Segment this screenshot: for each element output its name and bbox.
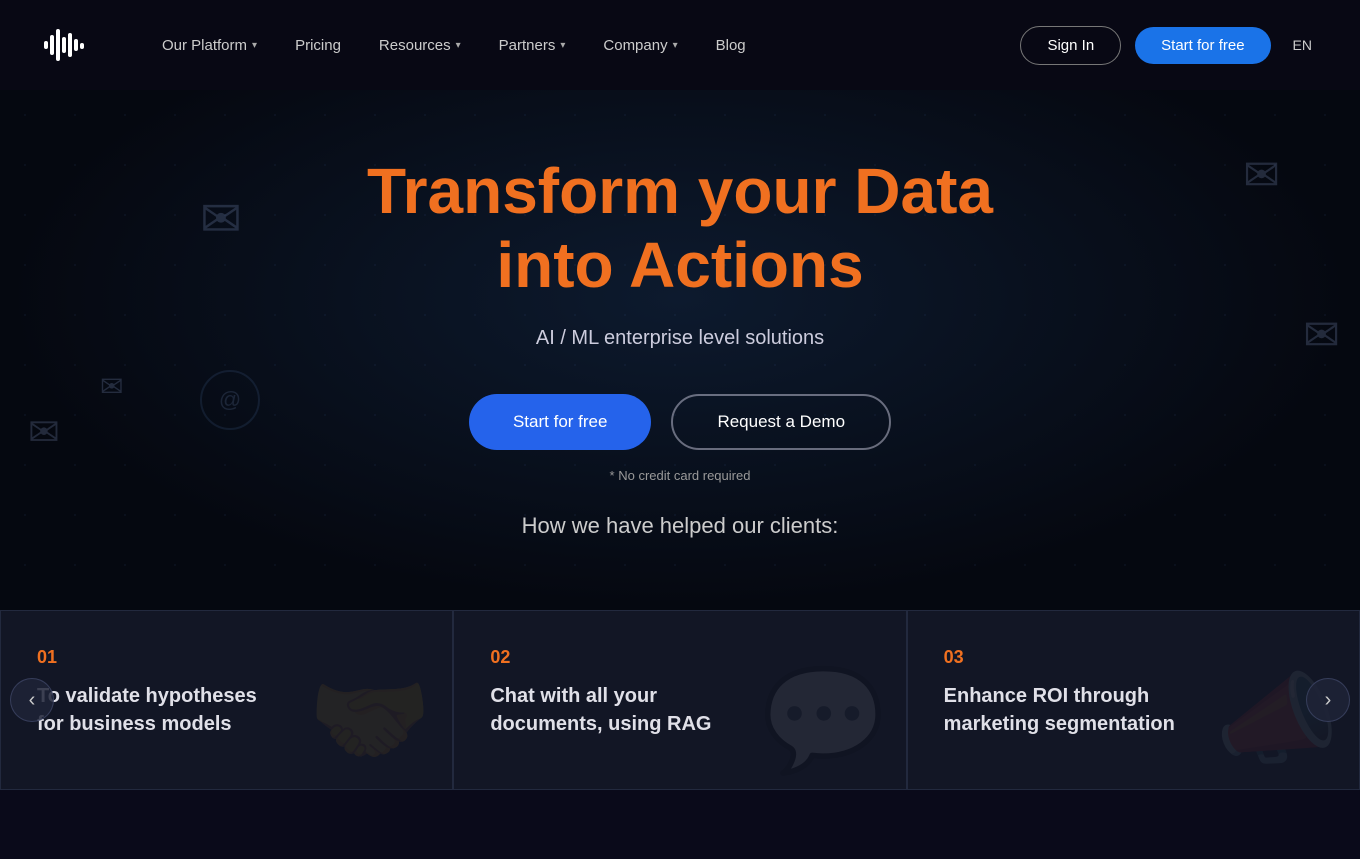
start-free-nav-button[interactable]: Start for free bbox=[1135, 27, 1270, 64]
language-selector[interactable]: EN bbox=[1285, 33, 1320, 57]
nav-label-our-platform: Our Platform bbox=[162, 37, 247, 54]
hero-subtitle: AI / ML enterprise level solutions bbox=[367, 327, 993, 350]
carousel-next-button[interactable]: › bbox=[1306, 678, 1350, 722]
deco-at-icon: @ bbox=[200, 370, 260, 430]
start-free-hero-button[interactable]: Start for free bbox=[469, 394, 651, 450]
card-bg-icon-1: 🤝 bbox=[308, 662, 433, 779]
card-bg-icon-2: 💬 bbox=[761, 662, 886, 779]
chevron-down-icon: ▾ bbox=[456, 40, 461, 51]
nav-item-resources[interactable]: Resources ▾ bbox=[365, 29, 475, 62]
chevron-down-icon: ▾ bbox=[673, 40, 678, 51]
nav-item-company[interactable]: Company ▾ bbox=[589, 29, 691, 62]
clients-heading: How we have helped our clients: bbox=[522, 513, 839, 539]
deco-email-icon-4: ✉ bbox=[100, 370, 123, 403]
nav-label-blog: Blog bbox=[716, 37, 746, 54]
hero-buttons: Start for free Request a Demo bbox=[367, 394, 993, 450]
nav-label-partners: Partners bbox=[499, 37, 556, 54]
deco-email-icon-2: ✉ bbox=[1243, 150, 1280, 201]
deco-email-icon-1: ✉ bbox=[200, 190, 242, 248]
card-text-1: To validate hypotheses for business mode… bbox=[37, 682, 277, 738]
carousel-wrapper: ‹ 01 To validate hypotheses for business… bbox=[0, 610, 1360, 790]
hero-title-line1: Transform your Data bbox=[367, 155, 993, 227]
nav-item-partners[interactable]: Partners ▾ bbox=[485, 29, 580, 62]
nav-right: Sign In Start for free EN bbox=[1020, 26, 1320, 65]
logo-icon: NextBrain bbox=[40, 21, 88, 69]
carousel-prev-button[interactable]: ‹ bbox=[10, 678, 54, 722]
hero-note: * No credit card required bbox=[367, 468, 993, 483]
card-text-3: Enhance ROI through marketing segmentati… bbox=[944, 682, 1184, 738]
hero-content: Transform your Data into Actions AI / ML… bbox=[367, 155, 993, 482]
nav-links: Our Platform ▾ Pricing Resources ▾ Partn… bbox=[148, 29, 1020, 62]
carousel-card-2: 02 Chat with all your documents, using R… bbox=[453, 610, 906, 790]
carousel-track: 01 To validate hypotheses for business m… bbox=[0, 610, 1360, 790]
request-demo-button[interactable]: Request a Demo bbox=[671, 394, 891, 450]
chevron-down-icon: ▾ bbox=[560, 40, 565, 51]
hero-section: ✉ ✉ ✉ ✉ ✉ @ Transform your Data into Act… bbox=[0, 90, 1360, 610]
nav-item-our-platform[interactable]: Our Platform ▾ bbox=[148, 29, 271, 62]
nav-label-resources: Resources bbox=[379, 37, 451, 54]
chevron-down-icon: ▾ bbox=[252, 40, 257, 51]
card-text-2: Chat with all your documents, using RAG bbox=[490, 682, 730, 738]
hero-title: Transform your Data into Actions bbox=[367, 155, 993, 302]
nav-item-pricing[interactable]: Pricing bbox=[281, 29, 355, 62]
carousel-card-1: 01 To validate hypotheses for business m… bbox=[0, 610, 453, 790]
deco-email-icon-3: ✉ bbox=[28, 410, 60, 455]
nav-label-company: Company bbox=[603, 37, 667, 54]
signin-button[interactable]: Sign In bbox=[1020, 26, 1121, 65]
nav-label-pricing: Pricing bbox=[295, 37, 341, 54]
logo-area[interactable]: NextBrain bbox=[40, 21, 88, 69]
clients-section: How we have helped our clients: bbox=[522, 483, 839, 565]
navbar: NextBrain Our Platform ▾ Pricing Resourc… bbox=[0, 0, 1360, 90]
deco-email-icon-5: ✉ bbox=[1303, 310, 1340, 361]
hero-title-line2: into Actions bbox=[496, 229, 863, 301]
carousel-card-3: 03 Enhance ROI through marketing segment… bbox=[907, 610, 1360, 790]
nav-item-blog[interactable]: Blog bbox=[702, 29, 760, 62]
